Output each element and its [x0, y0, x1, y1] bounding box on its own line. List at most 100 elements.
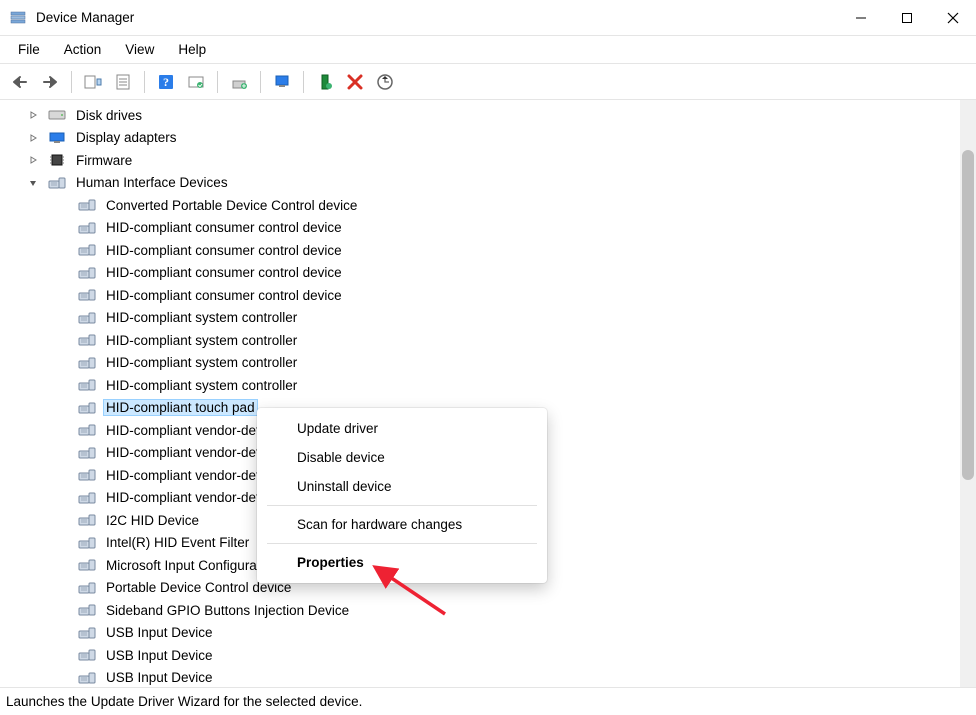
hid-device-icon: [78, 647, 96, 663]
tree-device-label: USB Input Device: [103, 647, 216, 664]
tree-device-label: HID-compliant consumer control device: [103, 242, 345, 259]
hid-device-icon: [78, 332, 96, 348]
context-menu-item[interactable]: Scan for hardware changes: [257, 510, 547, 539]
context-menu-separator: [267, 505, 537, 506]
context-menu: Update driverDisable deviceUninstall dev…: [257, 408, 547, 583]
minimize-button[interactable]: [838, 0, 884, 36]
vertical-scrollbar[interactable]: [960, 100, 976, 687]
show-hide-console-button[interactable]: [79, 68, 107, 96]
tree-device-label: HID-compliant touch pad: [103, 399, 258, 416]
svg-text:+: +: [242, 81, 247, 90]
tree-device[interactable]: HID-compliant consumer control device: [0, 217, 960, 240]
scroll-thumb[interactable]: [962, 150, 974, 480]
menu-file[interactable]: File: [6, 38, 52, 61]
close-button[interactable]: [930, 0, 976, 36]
hid-category-icon: [48, 175, 66, 191]
disable-device-button[interactable]: [341, 68, 369, 96]
tree-device-label: HID-compliant system controller: [103, 332, 300, 349]
chevron-right-icon[interactable]: [26, 153, 40, 167]
hid-device-icon: [78, 602, 96, 618]
chevron-down-icon[interactable]: [26, 176, 40, 190]
tree-device-label: Intel(R) HID Event Filter: [103, 534, 252, 551]
context-menu-item[interactable]: Uninstall device: [257, 472, 547, 501]
uninstall-device-button[interactable]: +: [225, 68, 253, 96]
tree-category[interactable]: Disk drives: [0, 104, 960, 127]
hid-device-icon: [78, 512, 96, 528]
scan-hardware-button[interactable]: [268, 68, 296, 96]
tree-device[interactable]: HID-compliant consumer control device: [0, 284, 960, 307]
hid-device-icon: [78, 242, 96, 258]
enable-device-button[interactable]: [311, 68, 339, 96]
forward-button[interactable]: [36, 68, 64, 96]
hid-device-icon: [78, 220, 96, 236]
hid-device-icon: [78, 557, 96, 573]
tree-device[interactable]: Converted Portable Device Control device: [0, 194, 960, 217]
device-tree[interactable]: Disk drives Display adapters Firmware Human…: [0, 100, 960, 687]
hid-device-icon: [78, 490, 96, 506]
display-adapter-icon: [48, 130, 66, 146]
tree-category[interactable]: Display adapters: [0, 127, 960, 150]
window-title: Device Manager: [36, 10, 134, 25]
tree-device[interactable]: USB Input Device: [0, 644, 960, 667]
tree-category[interactable]: Human Interface Devices: [0, 172, 960, 195]
menu-help[interactable]: Help: [166, 38, 218, 61]
add-legacy-hardware-button[interactable]: [371, 68, 399, 96]
tree-device-label: HID-compliant consumer control device: [103, 219, 345, 236]
tree-pane: Disk drives Display adapters Firmware Human…: [0, 100, 976, 687]
context-menu-item[interactable]: Update driver: [257, 414, 547, 443]
tree-device-label: HID-compliant system controller: [103, 377, 300, 394]
context-menu-item[interactable]: Properties: [257, 548, 547, 577]
tree-device-label: USB Input Device: [103, 624, 216, 641]
hid-device-icon: [78, 467, 96, 483]
hid-device-icon: [78, 377, 96, 393]
chevron-right-icon[interactable]: [26, 108, 40, 122]
hid-device-icon: [78, 580, 96, 596]
hid-device-icon: [78, 265, 96, 281]
tree-device[interactable]: USB Input Device: [0, 622, 960, 645]
tree-category-label: Human Interface Devices: [73, 174, 231, 191]
tree-device-label: HID-compliant consumer control device: [103, 287, 345, 304]
tree-category-label: Display adapters: [73, 129, 180, 146]
svg-text:?: ?: [163, 75, 169, 89]
tree-device[interactable]: HID-compliant consumer control device: [0, 239, 960, 262]
menu-action[interactable]: Action: [52, 38, 114, 61]
update-driver-button[interactable]: [182, 68, 210, 96]
properties-button[interactable]: [109, 68, 137, 96]
hid-device-icon: [78, 625, 96, 641]
hid-device-icon: [78, 670, 96, 686]
status-bar: Launches the Update Driver Wizard for th…: [0, 687, 976, 715]
tree-device[interactable]: Sideband GPIO Buttons Injection Device: [0, 599, 960, 622]
tree-device-label: USB Input Device: [103, 669, 216, 686]
help-button[interactable]: ?: [152, 68, 180, 96]
hid-device-icon: [78, 400, 96, 416]
toolbar: ? +: [0, 64, 976, 100]
tree-category-label: Firmware: [73, 152, 135, 169]
tree-device[interactable]: HID-compliant system controller: [0, 374, 960, 397]
tree-category-label: Disk drives: [73, 107, 145, 124]
tree-device-label: HID-compliant system controller: [103, 354, 300, 371]
tree-device[interactable]: HID-compliant system controller: [0, 352, 960, 375]
hid-device-icon: [78, 287, 96, 303]
tree-device[interactable]: HID-compliant system controller: [0, 329, 960, 352]
hid-device-icon: [78, 422, 96, 438]
back-button[interactable]: [6, 68, 34, 96]
chevron-right-icon[interactable]: [26, 131, 40, 145]
tree-device[interactable]: USB Input Device: [0, 667, 960, 688]
tree-category[interactable]: Firmware: [0, 149, 960, 172]
disk-drive-icon: [48, 107, 66, 123]
context-menu-item[interactable]: Disable device: [257, 443, 547, 472]
hid-device-icon: [78, 197, 96, 213]
menu-view[interactable]: View: [113, 38, 166, 61]
tree-device[interactable]: HID-compliant system controller: [0, 307, 960, 330]
app-icon: [10, 10, 26, 26]
context-menu-separator: [267, 543, 537, 544]
tree-device-label: Sideband GPIO Buttons Injection Device: [103, 602, 352, 619]
hid-device-icon: [78, 445, 96, 461]
tree-device[interactable]: HID-compliant consumer control device: [0, 262, 960, 285]
hid-device-icon: [78, 310, 96, 326]
tree-device-label: HID-compliant system controller: [103, 309, 300, 326]
hid-device-icon: [78, 355, 96, 371]
maximize-button[interactable]: [884, 0, 930, 36]
tree-device-label: Converted Portable Device Control device: [103, 197, 360, 214]
menu-bar: File Action View Help: [0, 36, 976, 64]
